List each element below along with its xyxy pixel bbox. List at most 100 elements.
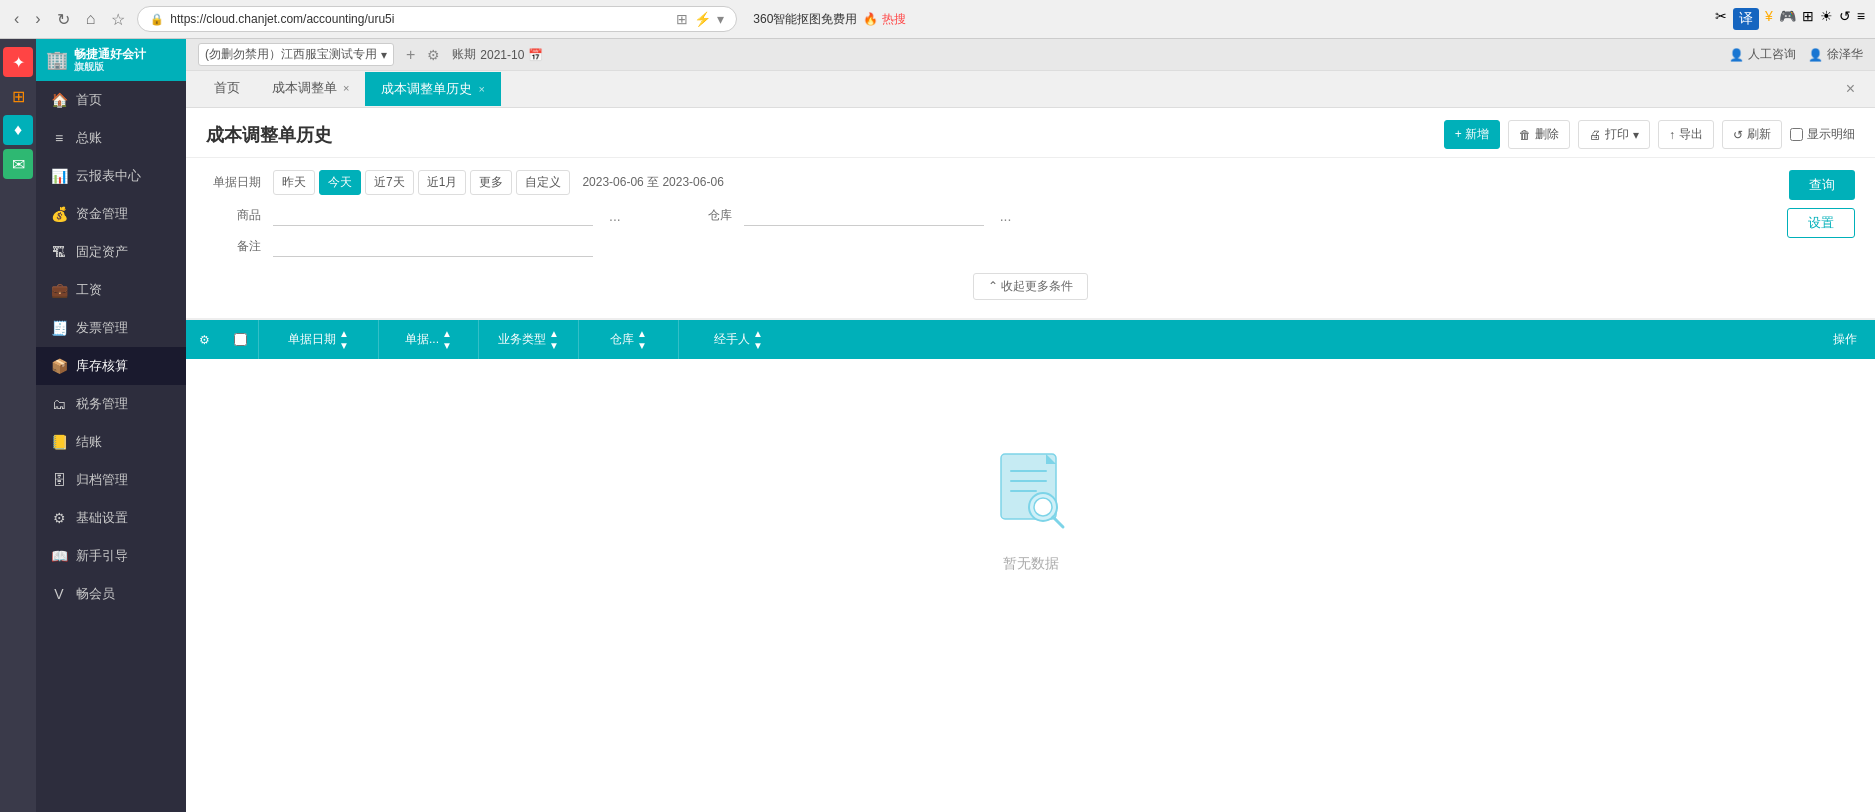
th-num-label: 单据... <box>405 331 439 348</box>
icon-bar-green[interactable]: ✉ <box>3 149 33 179</box>
tab-cost-adjustment[interactable]: 成本调整单 × <box>256 71 365 107</box>
th-warehouse[interactable]: 仓库 ▲▼ <box>578 320 678 359</box>
empty-state: 暂无数据 <box>186 359 1875 653</box>
sidebar-item-tax[interactable]: 🗂 税务管理 <box>36 385 186 423</box>
forward-button[interactable]: › <box>31 8 44 30</box>
add-company-btn[interactable]: + <box>406 46 415 64</box>
sidebar-item-label-settings: 基础设置 <box>76 509 128 527</box>
sidebar-item-finance[interactable]: 💰 资金管理 <box>36 195 186 233</box>
th-date-sort-icon: ▲▼ <box>339 328 349 351</box>
sidebar-item-reports[interactable]: 📊 云报表中心 <box>36 157 186 195</box>
goods-dots[interactable]: ... <box>605 208 625 224</box>
table-settings-icon[interactable]: ⚙ <box>186 333 222 347</box>
th-handler-sort-icon: ▲▼ <box>753 328 763 351</box>
translate-icon[interactable]: 译 <box>1733 8 1759 30</box>
sidebar-item-assets[interactable]: 🏗 固定资产 <box>36 233 186 271</box>
tab-history-close[interactable]: × <box>478 83 484 95</box>
sun-icon[interactable]: ☀ <box>1820 8 1833 30</box>
th-type[interactable]: 业务类型 ▲▼ <box>478 320 578 359</box>
warehouse-dots[interactable]: ... <box>996 208 1016 224</box>
filter-settings-btn[interactable]: 设置 <box>1787 208 1855 238</box>
tab-cost-adjustment-close[interactable]: × <box>343 82 349 94</box>
undo-icon[interactable]: ↺ <box>1839 8 1851 30</box>
browser-right-icons: ✂ 译 ¥ 🎮 ⊞ ☀ ↺ ≡ <box>1715 8 1865 30</box>
game-icon[interactable]: 🎮 <box>1779 8 1796 30</box>
star-button[interactable]: ☆ <box>107 8 129 31</box>
inventory-icon: 📦 <box>50 358 68 374</box>
delete-btn[interactable]: 🗑 删除 <box>1508 120 1570 149</box>
sidebar-item-label-ledger: 总账 <box>76 129 102 147</box>
address-bar[interactable]: 🔒 https://cloud.chanjet.com/accounting/u… <box>137 6 737 32</box>
th-date[interactable]: 单据日期 ▲▼ <box>258 320 378 359</box>
icon-bar-red[interactable]: ✦ <box>3 47 33 77</box>
service-label: 人工咨询 <box>1748 46 1796 63</box>
back-button[interactable]: ‹ <box>10 8 23 30</box>
menu-icon[interactable]: ≡ <box>1857 8 1865 30</box>
sidebar-item-inventory[interactable]: 📦 库存核算 <box>36 347 186 385</box>
th-type-label: 业务类型 <box>498 331 546 348</box>
home-button[interactable]: ⌂ <box>82 8 100 30</box>
sidebar-item-salary[interactable]: 💼 工资 <box>36 271 186 309</box>
tab-home-label: 首页 <box>214 79 240 97</box>
select-all-checkbox[interactable] <box>234 333 247 346</box>
icon-bar-orange[interactable]: ⊞ <box>3 81 33 111</box>
date-btn-1month[interactable]: 近1月 <box>418 170 467 195</box>
tab-home[interactable]: 首页 <box>198 71 256 107</box>
date-btn-7days[interactable]: 近7天 <box>365 170 414 195</box>
user-profile[interactable]: 👤 徐泽华 <box>1808 46 1863 63</box>
goods-input[interactable] <box>273 205 593 226</box>
filter-date-row: 单据日期 昨天 今天 近7天 近1月 更多 自定义 2023-06-06 至 2… <box>206 170 1755 195</box>
grid-icon: ⊞ <box>676 11 688 27</box>
date-btn-more[interactable]: 更多 <box>470 170 512 195</box>
new-btn[interactable]: + 新增 <box>1444 120 1500 149</box>
hot-label: 🔥 热搜 <box>863 11 905 28</box>
page-actions: + 新增 🗑 删除 🖨 打印 ▾ ↑ 导出 <box>1444 120 1855 149</box>
export-btn[interactable]: ↑ 导出 <box>1658 120 1714 149</box>
tab-cost-adjustment-history[interactable]: 成本调整单历史 × <box>365 72 500 106</box>
date-btn-yesterday[interactable]: 昨天 <box>273 170 315 195</box>
refresh-btn[interactable]: ↺ 刷新 <box>1722 120 1782 149</box>
th-type-sort-icon: ▲▼ <box>549 328 559 351</box>
browser-search-area: 360智能抠图免费用 🔥 热搜 <box>753 11 905 28</box>
sidebar-item-home[interactable]: 🏠 首页 <box>36 81 186 119</box>
header-settings-icon[interactable]: ⚙ <box>427 47 440 63</box>
icon-bar-active[interactable]: ♦ <box>3 115 33 145</box>
empty-illustration <box>981 439 1081 539</box>
print-btn[interactable]: 🖨 打印 ▾ <box>1578 120 1650 149</box>
user-service[interactable]: 👤 人工咨询 <box>1729 46 1796 63</box>
cut-icon[interactable]: ✂ <box>1715 8 1727 30</box>
warehouse-input[interactable] <box>744 205 984 226</box>
collapse-btn[interactable]: ⌃ 收起更多条件 <box>973 273 1088 300</box>
sidebar-item-ledger[interactable]: ≡ 总账 <box>36 119 186 157</box>
sidebar-item-settings[interactable]: ⚙ 基础设置 <box>36 499 186 537</box>
filter-right-buttons: 查询 设置 <box>1775 170 1855 238</box>
browser-toolbar: ‹ › ↻ ⌂ ☆ 🔒 https://cloud.chanjet.com/ac… <box>0 0 1875 38</box>
refresh-button[interactable]: ↻ <box>53 8 74 31</box>
date-btn-custom[interactable]: 自定义 <box>516 170 570 195</box>
sidebar-item-member[interactable]: V 畅会员 <box>36 575 186 613</box>
search-label: 360智能抠图免费用 <box>753 11 857 28</box>
sidebar-item-invoice[interactable]: 🧾 发票管理 <box>36 309 186 347</box>
show-cols-checkbox[interactable] <box>1790 128 1803 141</box>
sidebar-item-archive[interactable]: 🗄 归档管理 <box>36 461 186 499</box>
goods-filter-label: 商品 <box>206 207 261 224</box>
currency-icon[interactable]: ¥ <box>1765 8 1773 30</box>
sidebar-logo[interactable]: 🏢 畅捷通好会计 旗舰版 <box>36 39 186 81</box>
query-btn[interactable]: 查询 <box>1789 170 1855 200</box>
company-selector[interactable]: (勿删勿禁用）江西服宝测试专用 ▾ <box>198 43 394 66</box>
reports-icon: 📊 <box>50 168 68 184</box>
tab-close-all[interactable]: × <box>1838 76 1863 102</box>
th-num[interactable]: 单据... ▲▼ <box>378 320 478 359</box>
sidebar-item-guide[interactable]: 📖 新手引导 <box>36 537 186 575</box>
tab-cost-adjustment-label: 成本调整单 <box>272 79 337 97</box>
th-handler[interactable]: 经手人 ▲▼ <box>678 320 798 359</box>
date-btn-today[interactable]: 今天 <box>319 170 361 195</box>
show-cols-checkbox-label[interactable]: 显示明细 <box>1790 126 1855 143</box>
logo-text-group: 畅捷通好会计 旗舰版 <box>74 47 146 73</box>
address-url: https://cloud.chanjet.com/accounting/uru… <box>170 12 394 26</box>
sidebar: 🏢 畅捷通好会计 旗舰版 🏠 首页 ≡ 总账 📊 云报表中心 💰 资金管理 <box>36 39 186 812</box>
sidebar-item-closing[interactable]: 📒 结账 <box>36 423 186 461</box>
grid-apps-icon[interactable]: ⊞ <box>1802 8 1814 30</box>
notes-input[interactable] <box>273 236 593 257</box>
table-header: ⚙ 单据日期 ▲▼ 单据... ▲▼ 业务类型 ▲▼ <box>186 320 1875 359</box>
